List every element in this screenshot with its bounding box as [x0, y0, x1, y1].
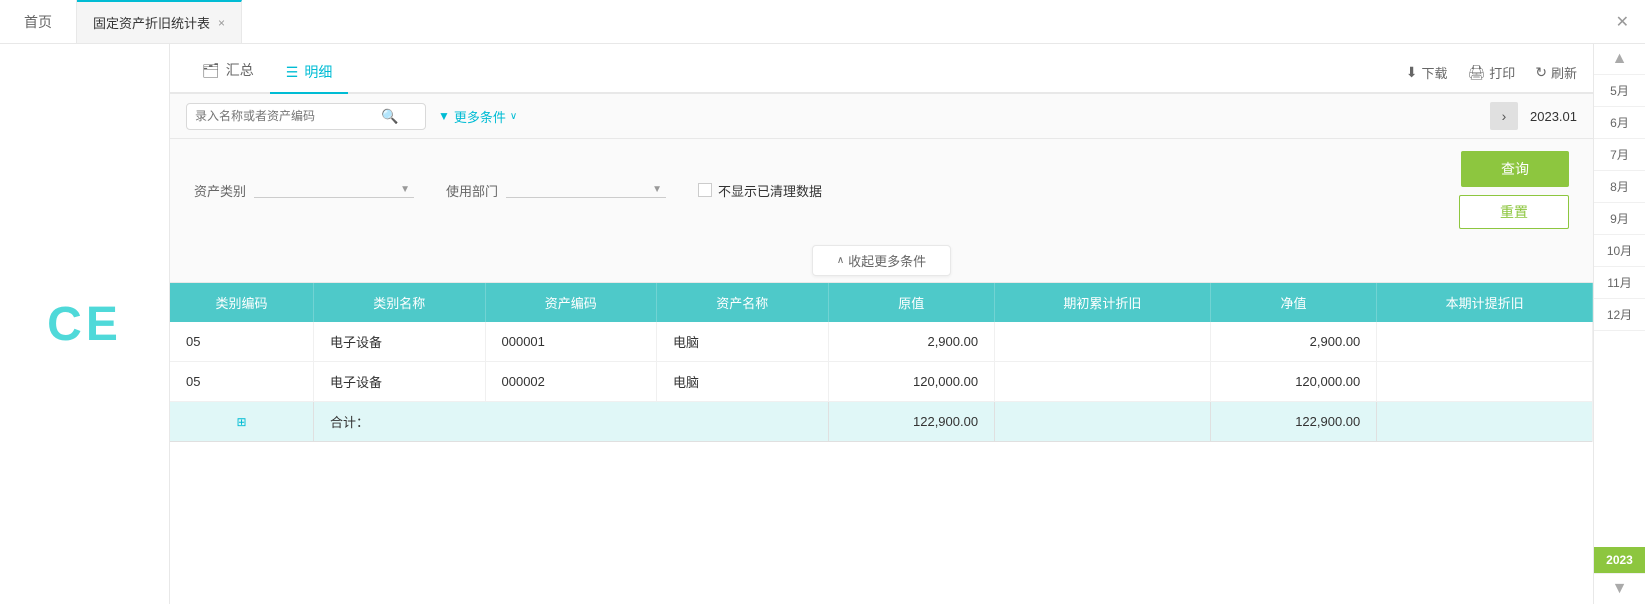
col-header-original: 原值 [828, 283, 995, 322]
col-header-asset-name: 资产名称 [657, 283, 829, 322]
subtotal-row: ⊞ 合计： 122,900.00 122,900.00 [170, 402, 1593, 442]
filter-icon: ▼ [438, 109, 450, 123]
cell-code: 05 [170, 322, 314, 362]
refresh-button[interactable]: ↻ 刷新 [1535, 63, 1577, 82]
data-table-wrap: 类别编码 类别名称 资产编码 资产名称 原值 期初累计折旧 净值 本期计提折旧 … [170, 283, 1593, 604]
table-row: 05 电子设备 000001 电脑 2,900.00 2,900.00 [170, 322, 1593, 362]
query-button[interactable]: 查询 [1461, 151, 1569, 187]
subtotal-current-dep [1377, 402, 1593, 442]
tab-detail[interactable]: ☰ 明细 [270, 54, 349, 94]
asset-type-field: 资产类别 ▼ [194, 181, 414, 200]
asset-type-chevron: ▼ [400, 184, 410, 195]
active-tab[interactable]: 固定资产折旧统计表 × [77, 0, 242, 43]
department-label: 使用部门 [446, 181, 498, 200]
tab-close-icon[interactable]: × [218, 16, 225, 30]
tab-label: 固定资产折旧统计表 [93, 13, 210, 32]
print-icon: 🖨 [1467, 64, 1485, 81]
subtotal-icon-cell: ⊞ [170, 402, 314, 442]
month-item-9[interactable]: 9月 [1594, 203, 1645, 235]
cell-asset-code: 000001 [485, 322, 657, 362]
subtotal-original: 122,900.00 [828, 402, 995, 442]
cell-asset-code: 000002 [485, 362, 657, 402]
cell-accum-dep [995, 362, 1211, 402]
window-close-button[interactable]: ✕ [1600, 0, 1645, 43]
subtotal-net: 122,900.00 [1210, 402, 1377, 442]
cell-net: 2,900.00 [1210, 322, 1377, 362]
adv-filter-panel: 资产类别 ▼ 使用部门 ▼ 不显示已清理数 [170, 139, 1593, 283]
month-item-6[interactable]: 6月 [1594, 107, 1645, 139]
no-cleared-checkbox[interactable] [698, 183, 712, 197]
refresh-icon: ↻ [1535, 64, 1547, 81]
tab-summary-label: 汇总 [226, 60, 254, 80]
asset-type-label: 资产类别 [194, 181, 246, 200]
col-header-current-dep: 本期计提折旧 [1377, 283, 1593, 322]
cell-net: 120,000.00 [1210, 362, 1377, 402]
subtotal-accum-dep [995, 402, 1211, 442]
date-nav-arrow[interactable]: › [1490, 102, 1518, 130]
cell-accum-dep [995, 322, 1211, 362]
collapse-up-icon: ∧ [837, 255, 844, 266]
search-bar: 🔍 ▼ 更多条件 ∨ › 2023.01 [170, 94, 1593, 139]
cell-code: 05 [170, 362, 314, 402]
download-button[interactable]: ⬇ 下载 [1406, 63, 1448, 82]
print-button[interactable]: 🖨 打印 [1467, 63, 1515, 82]
month-item-8[interactable]: 8月 [1594, 171, 1645, 203]
month-item-5[interactable]: 5月 [1594, 75, 1645, 107]
home-label: 首页 [24, 12, 52, 32]
tab-summary[interactable]: 🗂 汇总 [186, 52, 270, 92]
tab-detail-label: 明细 [304, 62, 332, 82]
collapse-row: ∧ 收起更多条件 [194, 239, 1569, 282]
sub-tabs-bar: 🗂 汇总 ☰ 明细 ⬇ 下载 🖨 打印 ↻ 刷新 [170, 44, 1593, 94]
chevron-down-icon: ∨ [510, 111, 517, 122]
list-icon: ☰ [286, 64, 299, 81]
download-icon: ⬇ [1406, 64, 1418, 81]
cell-current-dep [1377, 322, 1593, 362]
no-cleared-wrap[interactable]: 不显示已清理数据 [698, 181, 822, 200]
toolbar-area: ⬇ 下载 🖨 打印 ↻ 刷新 [1406, 63, 1577, 92]
col-header-category: 类别名称 [314, 283, 486, 322]
month-up-arrow[interactable]: ▲ [1594, 44, 1645, 75]
search-input[interactable] [195, 109, 375, 123]
department-select[interactable]: ▼ [506, 182, 666, 198]
month-item-7[interactable]: 7月 [1594, 139, 1645, 171]
date-label: 2023.01 [1530, 109, 1577, 124]
home-tab[interactable]: 首页 [0, 0, 77, 43]
month-item-11[interactable]: 11月 [1594, 267, 1645, 299]
no-cleared-label: 不显示已清理数据 [718, 181, 822, 200]
layers-icon: 🗂 [202, 62, 220, 79]
cell-asset-name: 电脑 [657, 322, 829, 362]
logo-text: CE [47, 297, 122, 352]
cell-current-dep [1377, 362, 1593, 402]
month-item-12[interactable]: 12月 [1594, 299, 1645, 331]
logo-column: CE [0, 44, 170, 604]
month-item-10[interactable]: 10月 [1594, 235, 1645, 267]
cell-asset-name: 电脑 [657, 362, 829, 402]
reset-button[interactable]: 重置 [1459, 195, 1569, 229]
col-header-accum-dep: 期初累计折旧 [995, 283, 1211, 322]
month-sidebar: ▲ 5月 6月 7月 8月 9月 10月 11月 12月 2023 ▼ [1593, 44, 1645, 604]
month-down-arrow[interactable]: ▼ [1594, 573, 1645, 604]
action-btns: 查询 重置 [1459, 151, 1569, 229]
year-badge: 2023 [1594, 547, 1645, 573]
col-header-asset-code: 资产编码 [485, 283, 657, 322]
more-filter-btn[interactable]: ▼ 更多条件 ∨ [438, 107, 517, 126]
cell-category: 电子设备 [314, 362, 486, 402]
search-icon[interactable]: 🔍 [381, 108, 398, 125]
cell-original: 2,900.00 [828, 322, 995, 362]
cell-category: 电子设备 [314, 322, 486, 362]
asset-type-select[interactable]: ▼ [254, 182, 414, 198]
col-header-net: 净值 [1210, 283, 1377, 322]
subtotal-icon: ⊞ [236, 415, 246, 429]
collapse-button[interactable]: ∧ 收起更多条件 [812, 245, 951, 276]
adv-filter-row: 资产类别 ▼ 使用部门 ▼ 不显示已清理数 [194, 151, 1569, 229]
search-input-wrap: 🔍 [186, 103, 426, 130]
col-header-code: 类别编码 [170, 283, 314, 322]
table-header-row: 类别编码 类别名称 资产编码 资产名称 原值 期初累计折旧 净值 本期计提折旧 [170, 283, 1593, 322]
department-chevron: ▼ [652, 184, 662, 195]
cell-original: 120,000.00 [828, 362, 995, 402]
department-field: 使用部门 ▼ [446, 181, 666, 200]
table-row: 05 电子设备 000002 电脑 120,000.00 120,000.00 [170, 362, 1593, 402]
subtotal-label-cell: 合计： [314, 402, 829, 442]
